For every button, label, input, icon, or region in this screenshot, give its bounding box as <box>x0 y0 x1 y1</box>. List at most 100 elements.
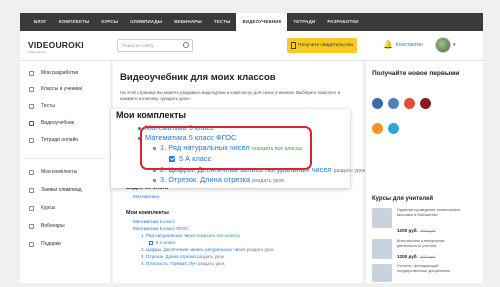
sidebar-item-tests[interactable]: Тесты <box>29 103 55 109</box>
distribute-lesson-link[interactable]: раздать урок <box>198 261 225 266</box>
vk-icon[interactable] <box>388 98 399 109</box>
sidebar-item-my-developments[interactable]: Мои разработки <box>29 70 78 76</box>
sidebar-item-olympiad-requests[interactable]: Заявки олимпиад <box>29 187 82 193</box>
sidebar-item-video-textbook[interactable]: Видеоучебник <box>29 120 74 126</box>
distribute-lesson-link[interactable]: раздать урок <box>252 178 284 184</box>
checkbox-icon[interactable] <box>149 240 153 245</box>
zoom-title: Мои комплекты <box>116 110 187 120</box>
sets-section-title: Мои комплекты <box>126 210 169 216</box>
tree-item[interactable]: 4. Плоскость. Прямая. Луч раздать урок <box>141 261 225 266</box>
nav-tests[interactable]: ТЕСТЫ <box>208 13 237 31</box>
tree-item-label: 3. Отрезок. Длина отрезка <box>141 254 196 259</box>
course-card[interactable]: Учитель, преподающий государственные дис… <box>372 264 480 282</box>
webinar-icon <box>29 223 34 229</box>
nav-courses[interactable]: КУРСЫ <box>95 13 124 31</box>
sidebar-item-notebooks[interactable]: Тетради онлайн <box>29 137 78 143</box>
tree-item[interactable]: 2. Цифры. Десятичная запись натуральных … <box>141 247 274 252</box>
sidebar-item-label: Видеоучебник <box>41 120 74 126</box>
subscribe-title: Получайте новое первыми <box>372 70 460 77</box>
course-icon <box>29 205 34 211</box>
tree-item-label: 2. Цифры. Десятичная запись натуральных … <box>141 247 246 252</box>
course-price: 1200 руб. 4500 руб. <box>397 254 436 259</box>
tree-item[interactable]: Математика 5 класс <box>133 219 175 224</box>
sidebar-divider <box>25 158 105 159</box>
nav-sets[interactable]: КОМПЛЕКТЫ <box>53 13 96 31</box>
zoom-tree-label: 3. Отрезок. Длина отрезка <box>160 175 251 184</box>
search-placeholder: Поиск по сайту... <box>122 43 157 48</box>
course-old-price: 4500 руб. <box>419 229 436 233</box>
distribute-lesson-link[interactable]: раздать урок <box>247 247 274 252</box>
sidebar-item-label: Классы и ученики <box>41 86 83 92</box>
bullet-icon <box>153 178 156 182</box>
nav-olympiads[interactable]: ОЛИМПИАДЫ <box>124 13 168 31</box>
nav-video-textbook[interactable]: ВИДЕОУЧЕБНИК <box>236 13 288 31</box>
sidebar-item-label: Заявки олимпиад <box>41 187 82 193</box>
test-icon <box>29 103 34 109</box>
get-certificate-label: Получите свидетельство <box>298 43 354 48</box>
sidebar-item-label: Подарки <box>41 241 61 247</box>
course-card[interactable]: Практика проведения тематических выставо… <box>372 208 480 236</box>
page-intro: На этой странице вы можете раздавать вид… <box>120 90 341 101</box>
bell-icon[interactable]: 🔔 <box>383 40 393 49</box>
sidebar-item-my-sets[interactable]: Мои комплекты <box>29 169 77 175</box>
telegram-icon[interactable] <box>388 123 399 134</box>
document-icon <box>29 70 34 76</box>
facebook-icon[interactable] <box>372 98 383 109</box>
course-price-value: 1200 руб. <box>397 228 418 233</box>
tree-item-label: Математика 5 класс <box>133 219 176 224</box>
sidebar-item-label: Мои комплекты <box>41 169 78 175</box>
sidebar-item-label: Курсы <box>41 205 56 211</box>
sidebar-item-webinars[interactable]: Вебинары <box>29 223 65 229</box>
folder-icon <box>29 169 34 175</box>
youtube-icon[interactable] <box>420 98 431 109</box>
site-header: VIDEOUROKI videouroki.net Поиск по сайту… <box>20 31 483 61</box>
avatar[interactable] <box>435 37 451 53</box>
course-image <box>372 239 392 259</box>
users-icon <box>29 86 34 92</box>
zoom-tree-item[interactable]: 3. Отрезок. Длина отрезка раздать урок <box>153 175 284 184</box>
show-all-classes-link[interactable]: показать все классы <box>197 233 240 238</box>
nav-webinars[interactable]: ВЕБИНАРЫ <box>168 13 208 31</box>
chevron-down-icon[interactable]: ▾ <box>453 42 456 48</box>
tree-item[interactable]: 5 А класс <box>149 240 176 245</box>
nav-blog[interactable]: БЛОГ <box>28 13 53 31</box>
sidebar-item-label: Вебинары <box>41 223 65 229</box>
sidebar-item-label: Мои разработки <box>41 70 79 76</box>
course-card[interactable]: Внеклассная и внеурочная деятельность уч… <box>372 239 480 267</box>
video-icon <box>29 120 34 126</box>
get-certificate-button[interactable]: Получите свидетельство <box>287 38 357 53</box>
nav-developments[interactable]: РАЗРАБОТКИ <box>321 13 364 31</box>
distribute-lesson-link[interactable]: раздать урок <box>197 254 224 259</box>
course-name: Внеклассная и внеурочная деятельность уч… <box>397 239 445 248</box>
sidebar: Мои разработки Классы и ученики Тесты Ви… <box>20 61 110 283</box>
nav-notebooks[interactable]: ТЕТРАДИ <box>287 13 321 31</box>
tree-item[interactable]: Математика 5 класс ФГОС <box>133 226 189 231</box>
search-input[interactable]: Поиск по сайту... <box>117 39 193 52</box>
sidebar-item-classes[interactable]: Классы и ученики <box>29 86 82 92</box>
right-column: Получайте новое первыми Курсы для учител… <box>366 61 483 283</box>
course-price-value: 1200 руб. <box>397 254 418 259</box>
course-name: Учитель, преподающий государственные дис… <box>397 264 451 273</box>
tree-item-label: 1. Ряд натуральных чисел <box>141 233 196 238</box>
sidebar-item-gifts[interactable]: Подарки <box>29 241 61 247</box>
sidebar-item-courses[interactable]: Курсы <box>29 205 55 211</box>
tree-item-label: 5 А класс <box>156 240 176 245</box>
google-plus-icon[interactable] <box>404 98 415 109</box>
odnoklassniki-icon[interactable] <box>372 123 383 134</box>
blog-link-math[interactable]: Математика <box>133 194 159 199</box>
tree-item-label: 4. Плоскость. Прямая. Луч <box>141 261 197 266</box>
tree-item[interactable]: 3. Отрезок. Длина отрезка раздать урок <box>141 254 224 259</box>
user-name[interactable]: Константин <box>396 42 423 48</box>
site-logo[interactable]: VIDEOUROKI <box>28 40 84 50</box>
site-logo-sub: videouroki.net <box>28 50 46 54</box>
course-old-price: 4500 руб. <box>419 255 436 259</box>
gift-icon <box>29 241 34 247</box>
search-icon[interactable] <box>183 42 189 48</box>
sidebar-item-label: Тетради онлайн <box>41 137 79 143</box>
notebook-icon <box>29 137 34 143</box>
tree-item-label: Математика 5 класс ФГОС <box>133 226 189 231</box>
tree-item[interactable]: 1. Ряд натуральных чисел показать все кл… <box>141 233 240 238</box>
trophy-icon <box>29 187 34 193</box>
distribute-lesson-link[interactable]: раздать урок <box>334 168 366 174</box>
course-image <box>372 208 392 228</box>
